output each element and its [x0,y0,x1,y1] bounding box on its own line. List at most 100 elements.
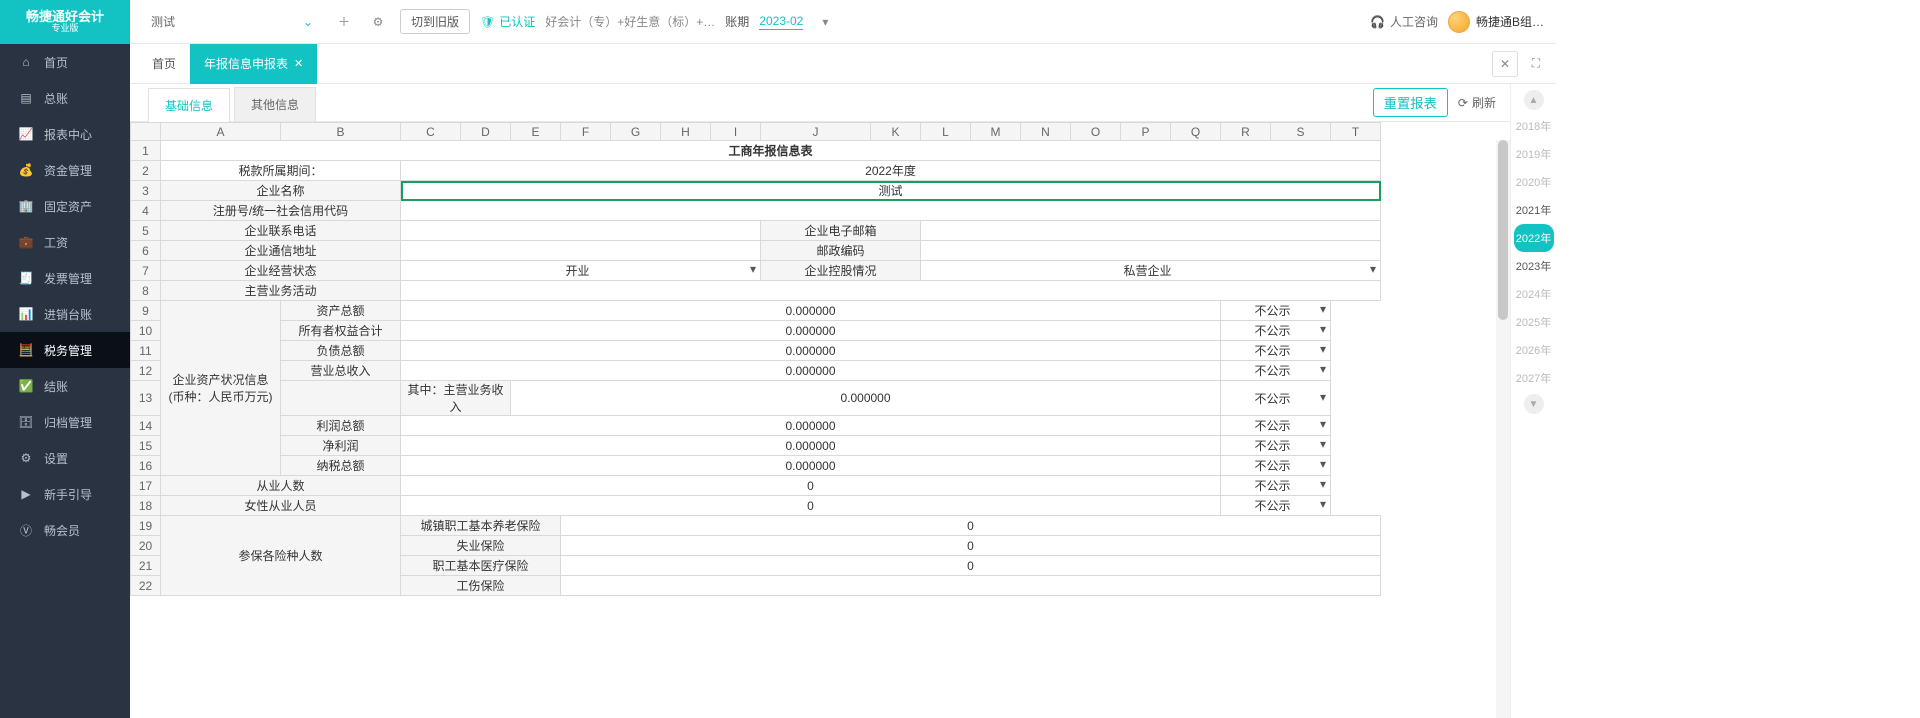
asset-value[interactable]: 0.000000 [401,321,1221,341]
row-header[interactable]: 15 [131,436,161,456]
col-header[interactable]: B [281,123,401,141]
col-header[interactable]: D [461,123,511,141]
nav-item-13[interactable]: Ⓥ畅会员 [0,512,130,548]
row-header[interactable]: 13 [131,381,161,416]
publish-select[interactable]: 不公示▾ [1221,456,1331,476]
nav-item-6[interactable]: 🧾发票管理 [0,260,130,296]
row-header[interactable]: 17 [131,476,161,496]
col-header[interactable]: E [511,123,561,141]
year-option[interactable]: 2019年 [1514,140,1554,168]
asset-value[interactable]: 0.000000 [401,456,1221,476]
year-option[interactable]: 2026年 [1514,336,1554,364]
year-option[interactable]: 2023年 [1514,252,1554,280]
row-header[interactable]: 10 [131,321,161,341]
row-header[interactable]: 18 [131,496,161,516]
settings-icon[interactable]: ⚙ [366,10,390,34]
row-header[interactable]: 14 [131,416,161,436]
close-icon[interactable]: ✕ [294,57,303,70]
period-value[interactable]: 2023-02 [759,14,803,30]
row-header[interactable]: 11 [131,341,161,361]
asset-value[interactable]: 0.000000 [511,381,1221,416]
row-header[interactable]: 6 [131,241,161,261]
col-header[interactable]: P [1121,123,1171,141]
row-header[interactable]: 12 [131,361,161,381]
col-header[interactable]: Q [1171,123,1221,141]
col-header[interactable]: S [1271,123,1331,141]
nav-item-12[interactable]: ▶新手引导 [0,476,130,512]
row-header[interactable]: 7 [131,261,161,281]
year-option[interactable]: 2025年 [1514,308,1554,336]
asset-value[interactable]: 0.000000 [401,361,1221,381]
page-tab-1[interactable]: 年报信息申报表✕ [190,44,317,84]
brand-logo[interactable]: 畅捷通好会计 专业版 [0,0,130,44]
nav-item-8[interactable]: 🧮税务管理 [0,332,130,368]
col-header[interactable]: H [661,123,711,141]
col-header[interactable]: R [1221,123,1271,141]
add-company-button[interactable]: ＋ [332,10,356,34]
certified-badge[interactable]: 🛡 已认证 [480,13,535,30]
col-header[interactable]: N [1021,123,1071,141]
year-option[interactable]: 2020年 [1514,168,1554,196]
company-selector[interactable]: 测试 ⌄ [142,8,322,36]
asset-value[interactable]: 0.000000 [401,436,1221,456]
asset-value[interactable]: 0.000000 [401,416,1221,436]
year-down-button[interactable]: ▼ [1524,394,1544,414]
year-option[interactable]: 2024年 [1514,280,1554,308]
year-option[interactable]: 2021年 [1514,196,1554,224]
row-header[interactable]: 1 [131,141,161,161]
user-menu[interactable]: 畅捷通B组… [1448,11,1544,33]
col-header[interactable]: M [971,123,1021,141]
row-header[interactable]: 4 [131,201,161,221]
year-option[interactable]: 2018年 [1514,112,1554,140]
publish-select[interactable]: 不公示▾ [1221,361,1331,381]
company-value-cell[interactable]: 测试 [401,181,1381,201]
publish-select[interactable]: 不公示▾ [1221,476,1331,496]
old-version-button[interactable]: 切到旧版 [400,9,470,34]
nav-item-10[interactable]: 🗄归档管理 [0,404,130,440]
row-header[interactable]: 8 [131,281,161,301]
period-dropdown-icon[interactable]: ▾ [813,10,837,34]
spreadsheet[interactable]: ABCDEFGHIJKLMNOPQRST1工商年报信息表2税款所属期间：2022… [130,122,1510,718]
col-header[interactable]: L [921,123,971,141]
scrollbar-thumb[interactable] [1498,140,1508,320]
col-header[interactable]: F [561,123,611,141]
sub-tab-0[interactable]: 基础信息 [148,88,230,122]
regno-value[interactable] [401,201,1381,221]
col-header[interactable]: A [161,123,281,141]
asset-value[interactable]: 0.000000 [401,341,1221,361]
publish-select[interactable]: 不公示▾ [1221,436,1331,456]
nav-item-5[interactable]: 💼工资 [0,224,130,260]
row-header[interactable]: 20 [131,536,161,556]
row-header[interactable]: 16 [131,456,161,476]
asset-value[interactable]: 0.000000 [401,301,1221,321]
row-header[interactable]: 19 [131,516,161,536]
publish-select[interactable]: 不公示▾ [1221,321,1331,341]
col-header[interactable]: G [611,123,661,141]
status-select[interactable]: 开业▾ [401,261,761,281]
row-header[interactable]: 3 [131,181,161,201]
nav-item-3[interactable]: 💰资金管理 [0,152,130,188]
col-header[interactable]: K [871,123,921,141]
sub-tab-1[interactable]: 其他信息 [234,87,316,121]
publish-select[interactable]: 不公示▾ [1221,416,1331,436]
row-header[interactable]: 9 [131,301,161,321]
col-header[interactable]: J [761,123,871,141]
col-header[interactable]: I [711,123,761,141]
fullscreen-icon[interactable]: ⛶ [1526,54,1546,74]
row-header[interactable]: 22 [131,576,161,596]
row-header[interactable]: 5 [131,221,161,241]
nav-item-9[interactable]: ✅结账 [0,368,130,404]
year-up-button[interactable]: ▲ [1524,90,1544,110]
vertical-scrollbar[interactable] [1496,140,1510,718]
page-tab-0[interactable]: 首页 [138,44,190,84]
reset-report-button[interactable]: 重置报表 [1373,88,1448,117]
col-header[interactable]: O [1071,123,1121,141]
nav-item-2[interactable]: 📈报表中心 [0,116,130,152]
col-header[interactable]: T [1331,123,1381,141]
refresh-button[interactable]: ⟳ 刷新 [1458,94,1496,111]
nav-item-4[interactable]: 🏢固定资产 [0,188,130,224]
publish-select[interactable]: 不公示▾ [1221,381,1331,416]
year-option[interactable]: 2027年 [1514,364,1554,392]
year-option[interactable]: 2022年 [1514,224,1554,252]
nav-item-7[interactable]: 📊进销台账 [0,296,130,332]
